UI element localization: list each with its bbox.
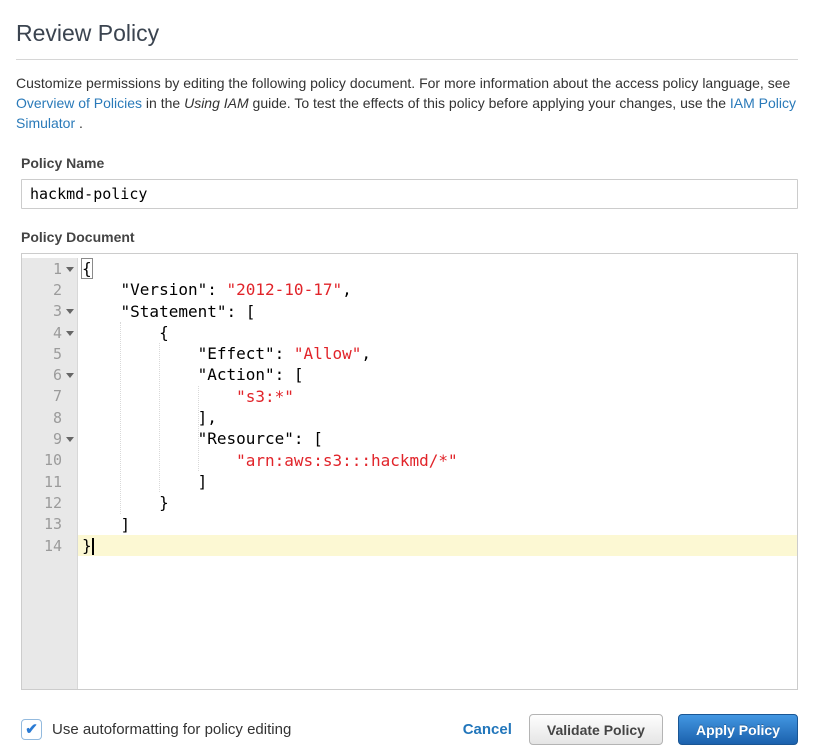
line-number: 8 (22, 407, 78, 428)
intro-text: . (75, 115, 83, 131)
code-line[interactable]: 2 "Version": "2012-10-17", (22, 279, 797, 300)
code-line-text[interactable]: "Action": [ (78, 364, 797, 385)
code-line[interactable]: 3 "Statement": [ (22, 301, 797, 322)
fold-arrow-icon[interactable] (66, 309, 74, 314)
code-line-text[interactable]: "Version": "2012-10-17", (78, 279, 797, 300)
cancel-link[interactable]: Cancel (463, 721, 512, 738)
code-line[interactable]: 13 ] (22, 514, 797, 535)
line-number: 1 (22, 258, 78, 279)
code-line-text[interactable]: ], (78, 407, 797, 428)
title-divider (16, 59, 798, 60)
code-token: "Version": (82, 280, 227, 299)
line-number: 4 (22, 322, 78, 343)
code-token: } (82, 493, 169, 512)
code-token (82, 451, 236, 470)
line-number: 6 (22, 364, 78, 385)
code-token: ], (82, 408, 217, 427)
code-token: , (361, 344, 371, 363)
code-token: "Resource": [ (82, 429, 323, 448)
code-line[interactable]: 11 ] (22, 471, 797, 492)
code-token: "Allow" (294, 344, 361, 363)
code-line[interactable]: 14} (22, 535, 797, 556)
code-line-text[interactable]: ] (78, 471, 797, 492)
line-number: 12 (22, 492, 78, 513)
code-token: "s3:*" (236, 387, 294, 406)
editor-lines: 1{2 "Version": "2012-10-17",3 "Statement… (22, 254, 797, 556)
code-token (82, 387, 236, 406)
fold-arrow-icon[interactable] (66, 437, 74, 442)
review-policy-page: Review Policy Customize permissions by e… (0, 0, 814, 745)
line-number: 14 (22, 535, 78, 556)
line-number: 5 (22, 343, 78, 364)
intro-text: in the (142, 95, 184, 111)
code-token: { (82, 259, 92, 278)
overview-of-policies-link[interactable]: Overview of Policies (16, 95, 142, 111)
code-line-text[interactable]: { (78, 322, 797, 343)
code-token: { (82, 323, 169, 342)
code-token: "Effect": (82, 344, 294, 363)
line-number: 2 (22, 279, 78, 300)
code-line[interactable]: 8 ], (22, 407, 797, 428)
code-token: } (82, 536, 92, 555)
code-line[interactable]: 4 { (22, 322, 797, 343)
intro-text: Customize permissions by editing the fol… (16, 75, 790, 91)
code-line-text[interactable]: "arn:aws:s3:::hackmd/*" (78, 450, 797, 471)
code-line-text[interactable]: "s3:*" (78, 386, 797, 407)
code-line[interactable]: 10 "arn:aws:s3:::hackmd/*" (22, 450, 797, 471)
autoformat-label: Use autoformatting for policy editing (52, 721, 291, 738)
code-line-text[interactable]: } (78, 492, 797, 513)
autoformat-checkbox[interactable]: ✔ (21, 719, 42, 740)
code-token: ] (82, 515, 130, 534)
policy-name-input[interactable] (21, 179, 798, 209)
intro-text: guide. To test the effects of this polic… (249, 95, 730, 111)
code-line-text[interactable]: "Resource": [ (78, 428, 797, 449)
code-line[interactable]: 9 "Resource": [ (22, 428, 797, 449)
code-line[interactable]: 5 "Effect": "Allow", (22, 343, 797, 364)
policy-document-label: Policy Document (21, 229, 798, 245)
code-token: "Action": [ (82, 365, 304, 384)
policy-document-editor[interactable]: 1{2 "Version": "2012-10-17",3 "Statement… (21, 253, 798, 690)
line-number: 3 (22, 301, 78, 322)
policy-name-label: Policy Name (21, 155, 798, 171)
page-title: Review Policy (16, 20, 798, 47)
text-cursor (92, 538, 94, 555)
line-number: 7 (22, 386, 78, 407)
code-token: ] (82, 472, 207, 491)
editor-gutter (22, 556, 78, 689)
code-token: "2012-10-17" (227, 280, 343, 299)
code-line[interactable]: 6 "Action": [ (22, 364, 797, 385)
line-number: 9 (22, 428, 78, 449)
editor-empty-area[interactable] (22, 556, 797, 689)
using-iam-guide-name: Using IAM (184, 95, 249, 111)
code-line[interactable]: 7 "s3:*" (22, 386, 797, 407)
fold-arrow-icon[interactable] (66, 331, 74, 336)
line-number: 11 (22, 471, 78, 492)
code-line-text[interactable]: } (78, 535, 797, 556)
line-number: 10 (22, 450, 78, 471)
code-line-text[interactable]: ] (78, 514, 797, 535)
checkmark-icon: ✔ (25, 722, 38, 737)
code-token: "Statement": [ (82, 302, 255, 321)
code-line-text[interactable]: "Statement": [ (78, 301, 797, 322)
fold-arrow-icon[interactable] (66, 267, 74, 272)
code-token: , (342, 280, 352, 299)
code-line-text[interactable]: "Effect": "Allow", (78, 343, 797, 364)
code-line-text[interactable]: { (78, 258, 797, 279)
fold-arrow-icon[interactable] (66, 373, 74, 378)
line-number: 13 (22, 514, 78, 535)
editor-empty-code-area[interactable] (78, 556, 797, 689)
code-token: "arn:aws:s3:::hackmd/*" (236, 451, 458, 470)
code-line[interactable]: 1{ (22, 258, 797, 279)
code-line[interactable]: 12 } (22, 492, 797, 513)
intro-paragraph: Customize permissions by editing the fol… (16, 73, 798, 133)
